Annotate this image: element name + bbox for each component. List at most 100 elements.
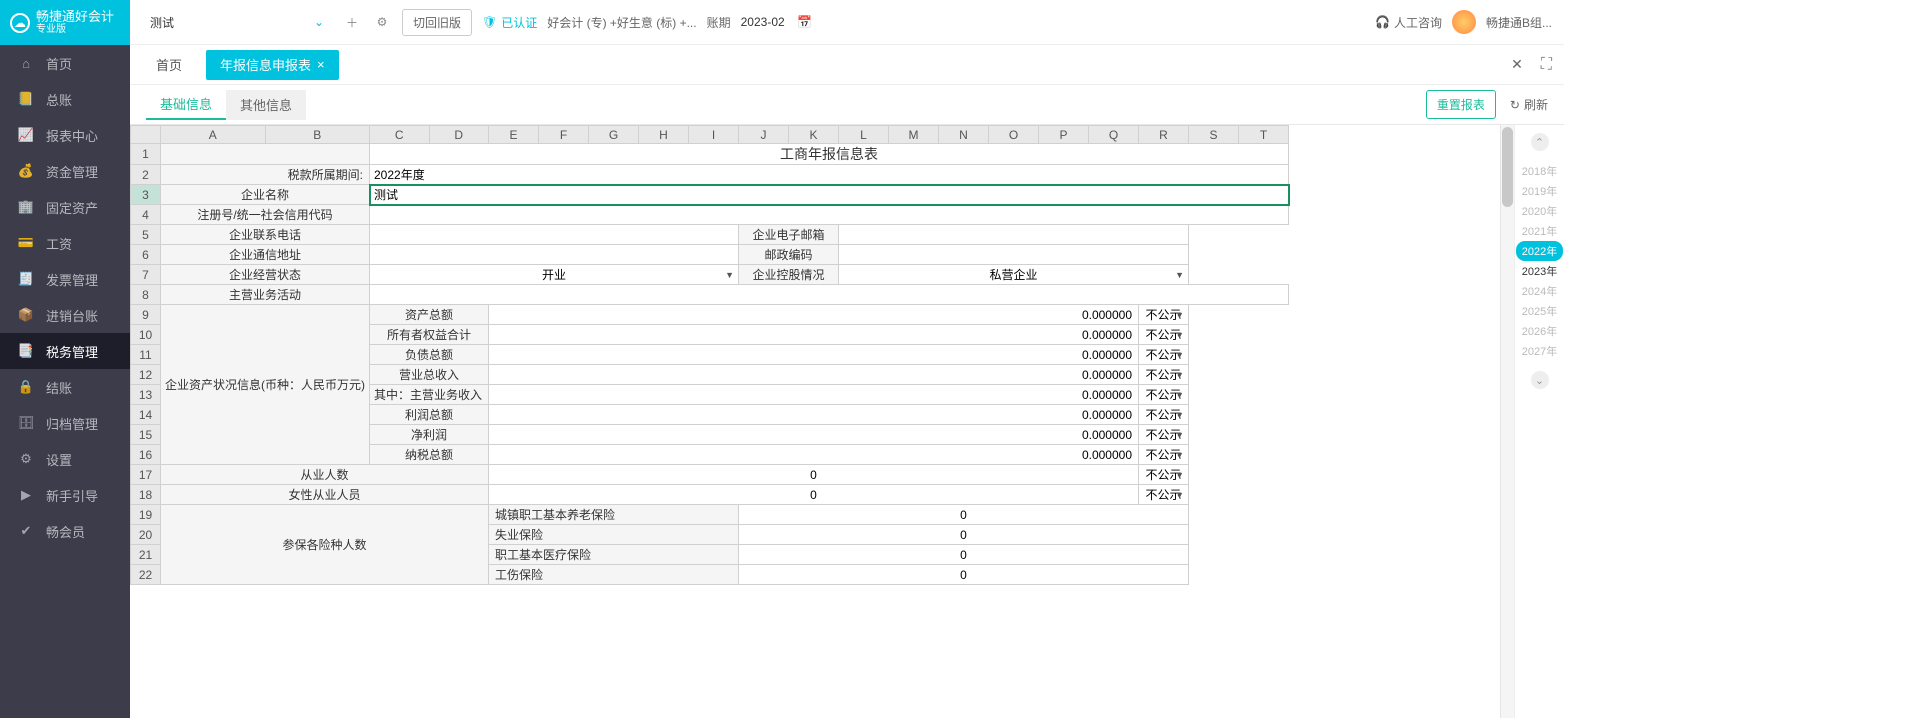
reset-button[interactable]: 重置报表 <box>1426 90 1496 119</box>
sidebar-item-ledger[interactable]: 📒总账 <box>0 81 130 117</box>
cell[interactable]: 参保各险种人数 <box>161 505 489 585</box>
sidebar-item-member[interactable]: ✔畅会员 <box>0 513 130 549</box>
sidebar-item-salary[interactable]: 💳工资 <box>0 225 130 261</box>
cell[interactable]: 不公示▼ <box>1139 465 1189 485</box>
fullscreen-icon[interactable]: ⛶ <box>1541 56 1552 74</box>
cell[interactable]: 税款所属期间: <box>161 165 370 185</box>
tab-annual-report[interactable]: 年报信息申报表 × <box>206 50 339 80</box>
cell[interactable]: 不公示▼ <box>1139 325 1189 345</box>
sidebar-item-home[interactable]: ⌂首页 <box>0 45 130 81</box>
cell[interactable]: 不公示▼ <box>1139 385 1189 405</box>
cell[interactable]: 0 <box>739 525 1189 545</box>
year-item[interactable]: 2026年 <box>1516 321 1563 341</box>
cell[interactable]: 所有者权益合计 <box>370 325 489 345</box>
cell[interactable] <box>839 225 1189 245</box>
cell[interactable]: 主营业务活动 <box>161 285 370 305</box>
cell[interactable]: 注册号/统一社会信用代码 <box>161 205 370 225</box>
scrollbar-thumb[interactable] <box>1502 127 1513 207</box>
row-header[interactable]: 2 <box>131 165 161 185</box>
cell[interactable]: 从业人数 <box>161 465 489 485</box>
cell[interactable]: 企业经营状态 <box>161 265 370 285</box>
row-header[interactable]: 13 <box>131 385 161 405</box>
cell[interactable]: 企业控股情况 <box>739 265 839 285</box>
cell[interactable]: 企业联系电话 <box>161 225 370 245</box>
row-header[interactable]: 7 <box>131 265 161 285</box>
cell[interactable]: 不公示▼ <box>1139 345 1189 365</box>
cell[interactable]: 城镇职工基本养老保险 <box>489 505 739 525</box>
cell[interactable]: 0 <box>739 505 1189 525</box>
row-header[interactable]: 12 <box>131 365 161 385</box>
row-header[interactable]: 16 <box>131 445 161 465</box>
cell[interactable]: 不公示▼ <box>1139 365 1189 385</box>
row-header[interactable]: 9 <box>131 305 161 325</box>
cell[interactable] <box>161 144 370 165</box>
sidebar-item-archive[interactable]: 🗄归档管理 <box>0 405 130 441</box>
row-header[interactable]: 18 <box>131 485 161 505</box>
vertical-scrollbar[interactable] <box>1500 125 1514 718</box>
cell[interactable]: 邮政编码 <box>739 245 839 265</box>
sidebar-item-tax[interactable]: 📑税务管理 <box>0 333 130 369</box>
cell[interactable]: 女性从业人员 <box>161 485 489 505</box>
calendar-icon[interactable]: 📅 <box>795 12 815 32</box>
cell[interactable]: 0 <box>489 485 1139 505</box>
cell[interactable]: 纳税总额 <box>370 445 489 465</box>
cell[interactable]: 2022年度 <box>370 165 1289 185</box>
row-header[interactable]: 6 <box>131 245 161 265</box>
cell[interactable]: 不公示▼ <box>1139 485 1189 505</box>
year-up-icon[interactable]: ⌃ <box>1531 133 1549 151</box>
row-header[interactable]: 17 <box>131 465 161 485</box>
row-header[interactable]: 20 <box>131 525 161 545</box>
row-header[interactable]: 10 <box>131 325 161 345</box>
cell[interactable]: 企业通信地址 <box>161 245 370 265</box>
row-header[interactable]: 21 <box>131 545 161 565</box>
sidebar-item-settings[interactable]: ⚙设置 <box>0 441 130 477</box>
cell[interactable]: 资产总额 <box>370 305 489 325</box>
row-header[interactable]: 19 <box>131 505 161 525</box>
row-header[interactable]: 14 <box>131 405 161 425</box>
cell[interactable]: 0 <box>739 545 1189 565</box>
year-item[interactable]: 2020年 <box>1516 201 1563 221</box>
cell[interactable]: 企业名称 <box>161 185 370 205</box>
row-header[interactable]: 15 <box>131 425 161 445</box>
cell[interactable]: 开业▼ <box>370 265 739 285</box>
close-icon[interactable]: × <box>317 57 325 72</box>
year-item[interactable]: 2023年 <box>1516 261 1563 281</box>
cell[interactable]: 失业保险 <box>489 525 739 545</box>
year-item[interactable]: 2027年 <box>1516 341 1563 361</box>
support-link[interactable]: 🎧 人工咨询 <box>1375 14 1442 31</box>
cell[interactable]: 0.000000 <box>489 305 1139 325</box>
cell[interactable] <box>370 205 1289 225</box>
year-item[interactable]: 2018年 <box>1516 161 1563 181</box>
cell[interactable]: 工伤保险 <box>489 565 739 585</box>
sidebar-item-inventory[interactable]: 📦进销台账 <box>0 297 130 333</box>
cell[interactable] <box>839 245 1189 265</box>
cell[interactable]: 0 <box>739 565 1189 585</box>
cell[interactable]: 不公示▼ <box>1139 305 1189 325</box>
cell[interactable]: 0.000000 <box>489 365 1139 385</box>
year-item[interactable]: 2022年 <box>1516 241 1563 261</box>
sidebar-item-invoice[interactable]: 🧾发票管理 <box>0 261 130 297</box>
sidebar-item-guide[interactable]: ▶新手引导 <box>0 477 130 513</box>
year-item[interactable]: 2024年 <box>1516 281 1563 301</box>
cell[interactable]: 利润总额 <box>370 405 489 425</box>
gear-icon[interactable]: ⚙ <box>372 12 392 32</box>
avatar[interactable] <box>1452 10 1476 34</box>
close-all-icon[interactable]: ✕ <box>1511 56 1523 73</box>
cell[interactable]: 企业电子邮箱 <box>739 225 839 245</box>
cell[interactable]: 0.000000 <box>489 345 1139 365</box>
cell[interactable]: 职工基本医疗保险 <box>489 545 739 565</box>
year-item[interactable]: 2019年 <box>1516 181 1563 201</box>
cell[interactable] <box>370 285 1289 305</box>
add-icon[interactable]: ＋ <box>342 12 362 32</box>
sidebar-item-fund[interactable]: 💰资金管理 <box>0 153 130 189</box>
cell[interactable]: 私营企业▼ <box>839 265 1189 285</box>
year-item[interactable]: 2025年 <box>1516 301 1563 321</box>
sidebar-item-close-acct[interactable]: 🔒结账 <box>0 369 130 405</box>
row-header[interactable]: 1 <box>131 144 161 165</box>
cell[interactable]: 不公示▼ <box>1139 445 1189 465</box>
cell[interactable]: 0.000000 <box>489 425 1139 445</box>
row-header[interactable]: 4 <box>131 205 161 225</box>
cell[interactable] <box>370 245 739 265</box>
row-header[interactable]: 8 <box>131 285 161 305</box>
row-header[interactable]: 11 <box>131 345 161 365</box>
